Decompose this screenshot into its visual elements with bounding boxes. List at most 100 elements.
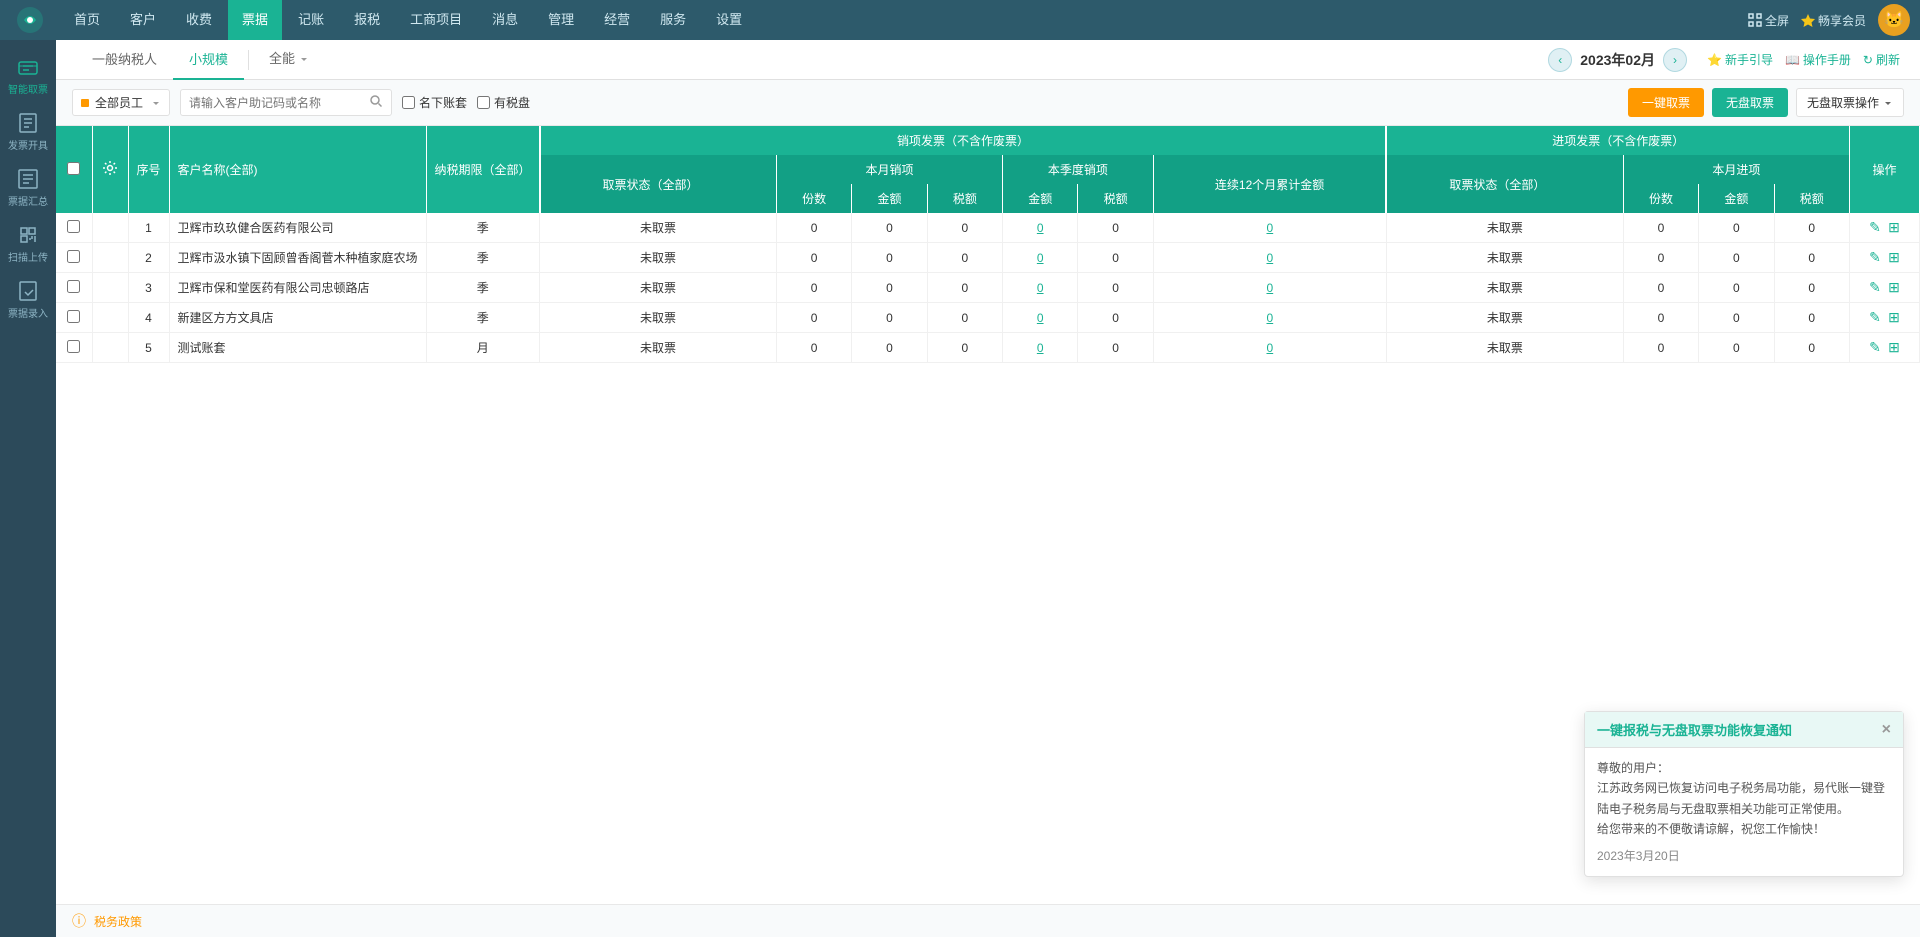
period-prev-button[interactable]: ‹ <box>1548 48 1572 72</box>
edit-icon[interactable]: ✎ <box>1869 249 1881 265</box>
tab-small-scale[interactable]: 小规模 <box>173 40 244 80</box>
row-sale-12months: 0 <box>1153 273 1386 303</box>
refresh-button[interactable]: ↻ 刷新 <box>1863 51 1900 68</box>
sale-12months-link[interactable]: 0 <box>1267 221 1274 235</box>
nameunder-label: 名下账套 <box>419 94 467 111</box>
row-checkbox[interactable] <box>67 220 80 233</box>
row-actions: ✎ ⊞ <box>1850 243 1920 273</box>
table-row: 5 测试账套 月 未取票 0 0 0 0 0 0 未取票 0 0 0 ✎ ⊞ <box>56 333 1920 363</box>
nav-items: 首页 客户 收费 票据 记账 报税 工商项目 消息 管理 经营 服务 设置 <box>60 0 1748 40</box>
view-icon[interactable]: ⊞ <box>1888 279 1900 295</box>
sale-quarter-amount-link[interactable]: 0 <box>1037 311 1044 325</box>
th-purchase-status: 取票状态（全部） <box>1386 155 1623 213</box>
edit-icon[interactable]: ✎ <box>1869 219 1881 235</box>
row-checkbox[interactable] <box>67 310 80 323</box>
nameunder-checkbox[interactable] <box>402 96 415 109</box>
th-sale-12months: 连续12个月累计金额 <box>1153 155 1386 213</box>
no-disk-ticket-button[interactable]: 无盘取票 <box>1712 88 1788 117</box>
tab-all[interactable]: 全能 <box>253 40 325 80</box>
row-sale-quarter-tax: 0 <box>1078 243 1153 273</box>
nav-ticket[interactable]: 票据 <box>228 0 282 40</box>
guide-button[interactable]: ⭐ 新手引导 <box>1707 51 1773 68</box>
sidebar-item-scan[interactable]: 扫描上传 <box>0 216 56 272</box>
nav-service[interactable]: 服务 <box>646 0 700 40</box>
th-sale-quarter: 本季度销项 <box>1003 155 1154 184</box>
nav-customer[interactable]: 客户 <box>116 0 170 40</box>
search-box <box>180 89 392 116</box>
row-sale-quarter-tax: 0 <box>1078 333 1153 363</box>
sidebar-item-invoice[interactable]: 发票开具 <box>0 104 56 160</box>
tab-general-taxpayer[interactable]: 一般纳税人 <box>76 40 173 80</box>
row-purchase-month-count: 0 <box>1623 303 1698 333</box>
row-sale-quarter-tax: 0 <box>1078 273 1153 303</box>
view-icon[interactable]: ⊞ <box>1888 339 1900 355</box>
nav-business[interactable]: 工商项目 <box>396 0 476 40</box>
one-click-ticket-button[interactable]: 一键取票 <box>1628 88 1704 117</box>
tax-policy-link[interactable]: 税务政策 <box>94 913 142 930</box>
member-button[interactable]: 畅享会员 <box>1801 12 1866 29</box>
notification-close-button[interactable]: × <box>1882 721 1891 739</box>
nav-tax[interactable]: 报税 <box>340 0 394 40</box>
row-purchase-month-amount: 0 <box>1699 243 1774 273</box>
edit-icon[interactable]: ✎ <box>1869 339 1881 355</box>
sale-quarter-amount-link[interactable]: 0 <box>1037 221 1044 235</box>
sale-quarter-amount-link[interactable]: 0 <box>1037 341 1044 355</box>
nav-home[interactable]: 首页 <box>60 0 114 40</box>
row-sale-month-amount: 0 <box>852 303 927 333</box>
tab-all-label: 全能 <box>269 40 295 79</box>
view-icon[interactable]: ⊞ <box>1888 309 1900 325</box>
user-avatar[interactable]: 🐱 <box>1878 4 1910 36</box>
nav-settings[interactable]: 设置 <box>702 0 756 40</box>
sidebar: 智能取票 发票开具 票据汇总 扫描上传 票据录入 <box>0 40 56 937</box>
fullscreen-button[interactable]: 全屏 <box>1748 12 1789 29</box>
nav-accounting[interactable]: 记账 <box>284 0 338 40</box>
employee-filter[interactable]: 全部员工 <box>72 89 170 116</box>
no-disk-ops-button[interactable]: 无盘取票操作 <box>1796 88 1904 117</box>
sale-12months-link[interactable]: 0 <box>1267 251 1274 265</box>
row-sale-month-count: 0 <box>776 333 851 363</box>
nav-fee[interactable]: 收费 <box>172 0 226 40</box>
th-purchase-month-amount: 金额 <box>1699 184 1774 213</box>
toolbar: 全部员工 名下账套 有税盘 一键取票 无盘取票 无盘取票操作 <box>56 80 1920 126</box>
row-tax-period: 季 <box>426 303 540 333</box>
search-button[interactable] <box>361 90 391 115</box>
row-customer: 卫辉市汲水镇下固顾曾香阁菅木种植家庭农场 <box>169 243 426 273</box>
row-sale-quarter-amount: 0 <box>1003 213 1078 243</box>
nav-manage[interactable]: 管理 <box>534 0 588 40</box>
row-checkbox[interactable] <box>67 250 80 263</box>
nav-message[interactable]: 消息 <box>478 0 532 40</box>
row-purchase-month-tax: 0 <box>1774 303 1849 333</box>
row-sale-month-amount: 0 <box>852 213 927 243</box>
row-settings-cell <box>92 243 128 273</box>
sale-12months-link[interactable]: 0 <box>1267 281 1274 295</box>
row-checkbox[interactable] <box>67 340 80 353</box>
sidebar-item-summary[interactable]: 票据汇总 <box>0 160 56 216</box>
search-input[interactable] <box>181 92 361 114</box>
sale-quarter-amount-link[interactable]: 0 <box>1037 281 1044 295</box>
toolbar-right: 一键取票 无盘取票 无盘取票操作 <box>1628 88 1904 117</box>
th-sale-group: 销项发票（不含作废票） <box>540 126 1387 155</box>
nav-operation[interactable]: 经营 <box>590 0 644 40</box>
row-checkbox[interactable] <box>67 280 80 293</box>
edit-icon[interactable]: ✎ <box>1869 279 1881 295</box>
period-next-button[interactable]: › <box>1663 48 1687 72</box>
taxdisk-checkbox[interactable] <box>477 96 490 109</box>
edit-icon[interactable]: ✎ <box>1869 309 1881 325</box>
sale-12months-link[interactable]: 0 <box>1267 311 1274 325</box>
footer: ⓘ 税务政策 <box>56 904 1920 937</box>
row-purchase-month-count: 0 <box>1623 243 1698 273</box>
row-purchase-month-count: 0 <box>1623 333 1698 363</box>
view-icon[interactable]: ⊞ <box>1888 219 1900 235</box>
table-row: 4 新建区方方文具店 季 未取票 0 0 0 0 0 0 未取票 0 0 0 ✎… <box>56 303 1920 333</box>
nameunder-filter[interactable]: 名下账套 <box>402 94 467 111</box>
select-all-checkbox[interactable] <box>67 162 80 175</box>
manual-button[interactable]: 📖 操作手册 <box>1785 51 1851 68</box>
sale-12months-link[interactable]: 0 <box>1267 341 1274 355</box>
row-customer: 新建区方方文具店 <box>169 303 426 333</box>
sidebar-item-smart-ticket[interactable]: 智能取票 <box>0 48 56 104</box>
taxdisk-filter[interactable]: 有税盘 <box>477 94 530 111</box>
view-icon[interactable]: ⊞ <box>1888 249 1900 265</box>
row-actions: ✎ ⊞ <box>1850 273 1920 303</box>
sidebar-item-entry[interactable]: 票据录入 <box>0 272 56 328</box>
sale-quarter-amount-link[interactable]: 0 <box>1037 251 1044 265</box>
